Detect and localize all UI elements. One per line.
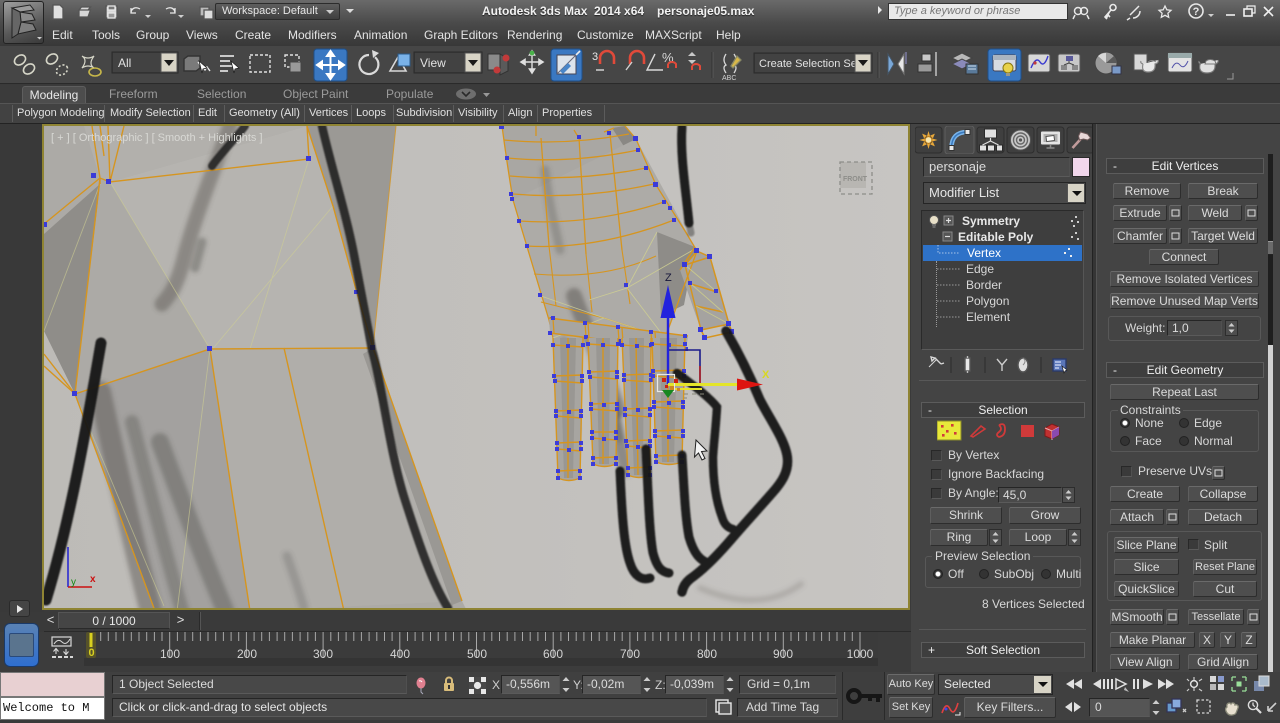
svg-text:100: 100: [160, 647, 180, 661]
svg-text:View: View: [420, 56, 446, 70]
svg-text:X: X: [762, 369, 770, 381]
svg-text:300: 300: [313, 647, 333, 661]
svg-text:FRONT: FRONT: [843, 176, 868, 183]
svg-text:900: 900: [773, 647, 793, 661]
svg-text:x: x: [90, 574, 96, 585]
svg-text:400: 400: [390, 647, 410, 661]
svg-text:1000: 1000: [847, 647, 874, 661]
svg-text:800: 800: [697, 647, 717, 661]
svg-text:?: ?: [1193, 6, 1200, 18]
svg-text:y: y: [71, 577, 76, 588]
svg-text:All: All: [118, 56, 131, 70]
svg-text:[ + ] [ Orthographic ] [ Smoot: [ + ] [ Orthographic ] [ Smooth + Highli…: [51, 132, 263, 144]
svg-text:Z: Z: [665, 272, 672, 284]
svg-text:Create Selection Se: Create Selection Se: [759, 58, 857, 70]
svg-text:200: 200: [237, 647, 257, 661]
svg-text:600: 600: [543, 647, 563, 661]
svg-text:500: 500: [467, 647, 487, 661]
svg-text:0: 0: [88, 647, 94, 659]
svg-text:ABC: ABC: [722, 75, 736, 82]
svg-text:700: 700: [620, 647, 640, 661]
svg-text:3: 3: [592, 51, 598, 63]
